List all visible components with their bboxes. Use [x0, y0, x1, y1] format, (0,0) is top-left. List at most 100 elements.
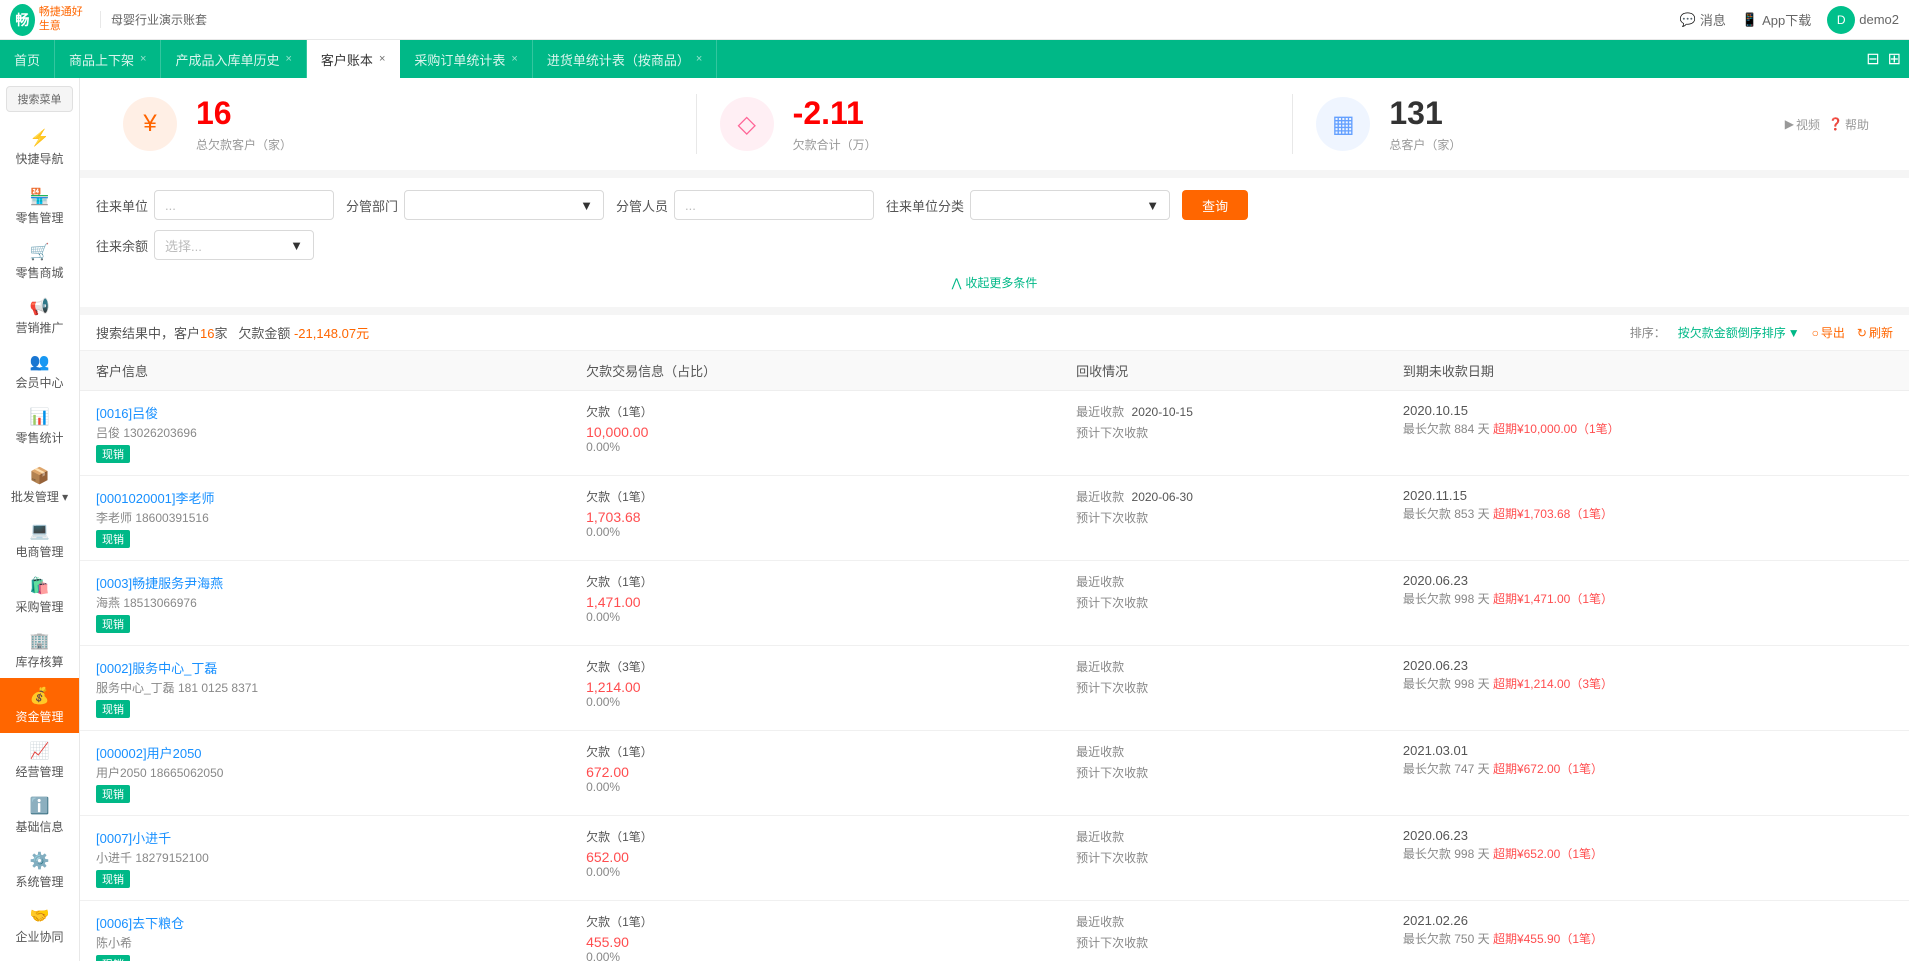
sidebar-item-inventory[interactable]: 🏢 库存核算	[0, 623, 79, 678]
debt-amount-3[interactable]: 1,214.00	[586, 679, 1076, 695]
overdue-link-4[interactable]: 超期¥672.00（1笔）	[1493, 762, 1603, 776]
filter-select-balance[interactable]: 选择... ▼	[154, 230, 314, 260]
tab-min-icon[interactable]: ⊟	[1866, 49, 1879, 69]
debt-amount-1[interactable]: 1,703.68	[586, 509, 1076, 525]
customer-tag-0: 现销	[96, 445, 130, 463]
overdue-link-6[interactable]: 超期¥455.90（1笔）	[1493, 932, 1603, 946]
tab-home[interactable]: 首页	[0, 40, 55, 78]
sidebar-item-quick-nav[interactable]: ⚡ 快捷导航	[0, 120, 79, 175]
sidebar-item-newbie[interactable]: 🎯 新手引导	[0, 953, 79, 961]
debt-amount-6[interactable]: 455.90	[586, 934, 1076, 950]
search-menu-btn[interactable]: 搜索菜单	[6, 86, 73, 112]
tab-inbound-stats[interactable]: 进货单统计表（按商品） ×	[533, 40, 717, 78]
debt-ratio-6: 0.00%	[586, 950, 1076, 961]
recovery-next-0: 预计下次收款	[1076, 424, 1403, 441]
customer-phone-2: 海燕 18513066976	[96, 594, 586, 611]
sidebar-item-basic-info[interactable]: ℹ️ 基础信息	[0, 788, 79, 843]
filter-item-balance: 往来余额 选择... ▼	[96, 230, 314, 260]
result-bar: 搜索结果中，客户16家 欠款金额 -21,148.07元 排序： 按欠款金额倒序…	[80, 315, 1909, 351]
debt-ratio-4: 0.00%	[586, 780, 1076, 794]
debt-cell-6: 欠款（1笔） 455.90 0.00%	[586, 913, 1076, 961]
filter-item-category: 往来单位分类 ▼	[886, 190, 1170, 220]
sidebar-item-batch-mgmt[interactable]: 📦 批发管理 ▾	[0, 458, 79, 513]
customer-name-2[interactable]: [0003]畅捷服务尹海燕	[96, 573, 586, 592]
tab-products[interactable]: 商品上下架 ×	[55, 40, 161, 78]
col-debt-info: 欠款交易信息（占比）	[586, 361, 1076, 380]
close-icon[interactable]: ×	[696, 53, 702, 65]
debt-amount-2[interactable]: 1,471.00	[586, 594, 1076, 610]
summary-card-total-customers: ▦ 131 总客户（家） ▶视频 ❓帮助	[1293, 94, 1889, 154]
due-date-5: 2020.06.23	[1403, 828, 1893, 843]
sidebar-item-enterprise[interactable]: 🤝 企业协同	[0, 898, 79, 953]
app-download-btn[interactable]: 📱 App下载	[1742, 10, 1811, 29]
table-row: [0007]小进千 小进千 18279152100 现销 欠款（1笔） 652.…	[80, 816, 1909, 901]
customer-name-5[interactable]: [0007]小进千	[96, 828, 586, 847]
tab-production[interactable]: 产成品入库单历史 ×	[161, 40, 306, 78]
sort-dropdown[interactable]: 按欠款金额倒序排序 ▼	[1678, 324, 1800, 341]
overdue-link-2[interactable]: 超期¥1,471.00（1笔）	[1493, 592, 1613, 606]
search-button[interactable]: 查询	[1182, 190, 1248, 220]
close-icon[interactable]: ×	[285, 53, 291, 65]
debt-cell-2: 欠款（1笔） 1,471.00 0.00%	[586, 573, 1076, 624]
overdue-link-0[interactable]: 超期¥10,000.00（1笔）	[1493, 422, 1620, 436]
close-icon[interactable]: ×	[379, 53, 385, 65]
chevron-down-icon-balance: ▼	[290, 238, 303, 253]
customer-phone-4: 用户2050 18665062050	[96, 764, 586, 781]
customer-name-6[interactable]: [0006]去下粮仓	[96, 913, 586, 932]
table-header: 客户信息 欠款交易信息（占比） 回收情况 到期未收款日期	[80, 351, 1909, 391]
collapse-btn[interactable]: ⋀ 收起更多条件	[96, 270, 1893, 295]
tab-purchase-order[interactable]: 采购订单统计表 ×	[400, 40, 532, 78]
sidebar-item-ecommerce[interactable]: 💻 电商管理	[0, 513, 79, 568]
customer-name-4[interactable]: [000002]用户2050	[96, 743, 586, 762]
sidebar: 搜索菜单 ⚡ 快捷导航 🏪 零售管理 🛒 零售商城 📢 营销推广 👥 会员中心 …	[0, 78, 80, 961]
filter-input-unit[interactable]: ...	[154, 190, 334, 220]
collapse-arrow-icon: ⋀	[952, 276, 962, 290]
overdue-link-5[interactable]: 超期¥652.00（1笔）	[1493, 847, 1603, 861]
sidebar-item-marketing[interactable]: 📢 营销推广	[0, 289, 79, 344]
tab-bar: 首页 商品上下架 × 产成品入库单历史 × 客户账本 × 采购订单统计表 × 进…	[0, 40, 1909, 78]
sidebar-item-operations[interactable]: 📈 经营管理	[0, 733, 79, 788]
tab-customer-account[interactable]: 客户账本 ×	[307, 40, 400, 78]
help-btn[interactable]: ❓帮助	[1828, 116, 1869, 133]
customer-name-1[interactable]: [0001020001]李老师	[96, 488, 586, 507]
message-btn[interactable]: 💬 消息	[1680, 10, 1726, 29]
filter-select-category[interactable]: ▼	[970, 190, 1170, 220]
overdue-link-1[interactable]: 超期¥1,703.68（1笔）	[1493, 507, 1613, 521]
sidebar-item-member[interactable]: 👥 会员中心	[0, 344, 79, 399]
customer-cell-2: [0003]畅捷服务尹海燕 海燕 18513066976 现销	[96, 573, 586, 633]
user-menu[interactable]: D demo2	[1827, 6, 1899, 34]
export-btn[interactable]: ○ 导出	[1812, 324, 1845, 341]
recovery-cell-6: 最近收款 预计下次收款	[1076, 913, 1403, 951]
debt-count-0: 欠款（1笔）	[586, 403, 1076, 420]
debt-amount-4[interactable]: 672.00	[586, 764, 1076, 780]
filter-item-dept: 分管部门 ▼	[346, 190, 604, 220]
message-icon: 💬	[1680, 12, 1696, 28]
close-icon[interactable]: ×	[511, 53, 517, 65]
filter-input-person[interactable]: ...	[674, 190, 874, 220]
sidebar-item-system[interactable]: ⚙️ 系统管理	[0, 843, 79, 898]
avatar: D	[1827, 6, 1855, 34]
sidebar-item-retail-mall[interactable]: 🛒 零售商城	[0, 234, 79, 289]
tab-max-icon[interactable]: ⊞	[1888, 49, 1901, 69]
debt-count-6: 欠款（1笔）	[586, 913, 1076, 930]
sidebar-item-retail-stats[interactable]: 📊 零售统计	[0, 399, 79, 454]
customer-name-0[interactable]: [0016]吕俊	[96, 403, 586, 422]
main-content: 搜索菜单 ⚡ 快捷导航 🏪 零售管理 🛒 零售商城 📢 营销推广 👥 会员中心 …	[0, 78, 1909, 961]
recovery-label-5: 最近收款	[1076, 828, 1403, 845]
overdue-link-3[interactable]: 超期¥1,214.00（3笔）	[1493, 677, 1613, 691]
filter-select-dept[interactable]: ▼	[404, 190, 604, 220]
customer-cell-0: [0016]吕俊 吕俊 13026203696 现销	[96, 403, 586, 463]
debt-count-2: 欠款（1笔）	[586, 573, 1076, 590]
customer-name-3[interactable]: [0002]服务中心_丁磊	[96, 658, 586, 677]
sidebar-search: 搜索菜单	[0, 78, 79, 120]
close-icon[interactable]: ×	[140, 53, 146, 65]
refresh-btn[interactable]: ↻ 刷新	[1857, 324, 1893, 341]
sidebar-item-retail-mgmt[interactable]: 🏪 零售管理	[0, 179, 79, 234]
table-row: [0006]去下粮仓 陈小希 现销 欠款（1笔） 455.90 0.00% 最近…	[80, 901, 1909, 961]
video-btn[interactable]: ▶视频	[1785, 116, 1820, 133]
debt-amount-0[interactable]: 10,000.00	[586, 424, 1076, 440]
sidebar-item-finance[interactable]: 💰 资金管理	[0, 678, 79, 733]
filter-label-person: 分管人员	[616, 196, 668, 215]
sidebar-item-purchase[interactable]: 🛍️ 采购管理	[0, 568, 79, 623]
debt-amount-5[interactable]: 652.00	[586, 849, 1076, 865]
